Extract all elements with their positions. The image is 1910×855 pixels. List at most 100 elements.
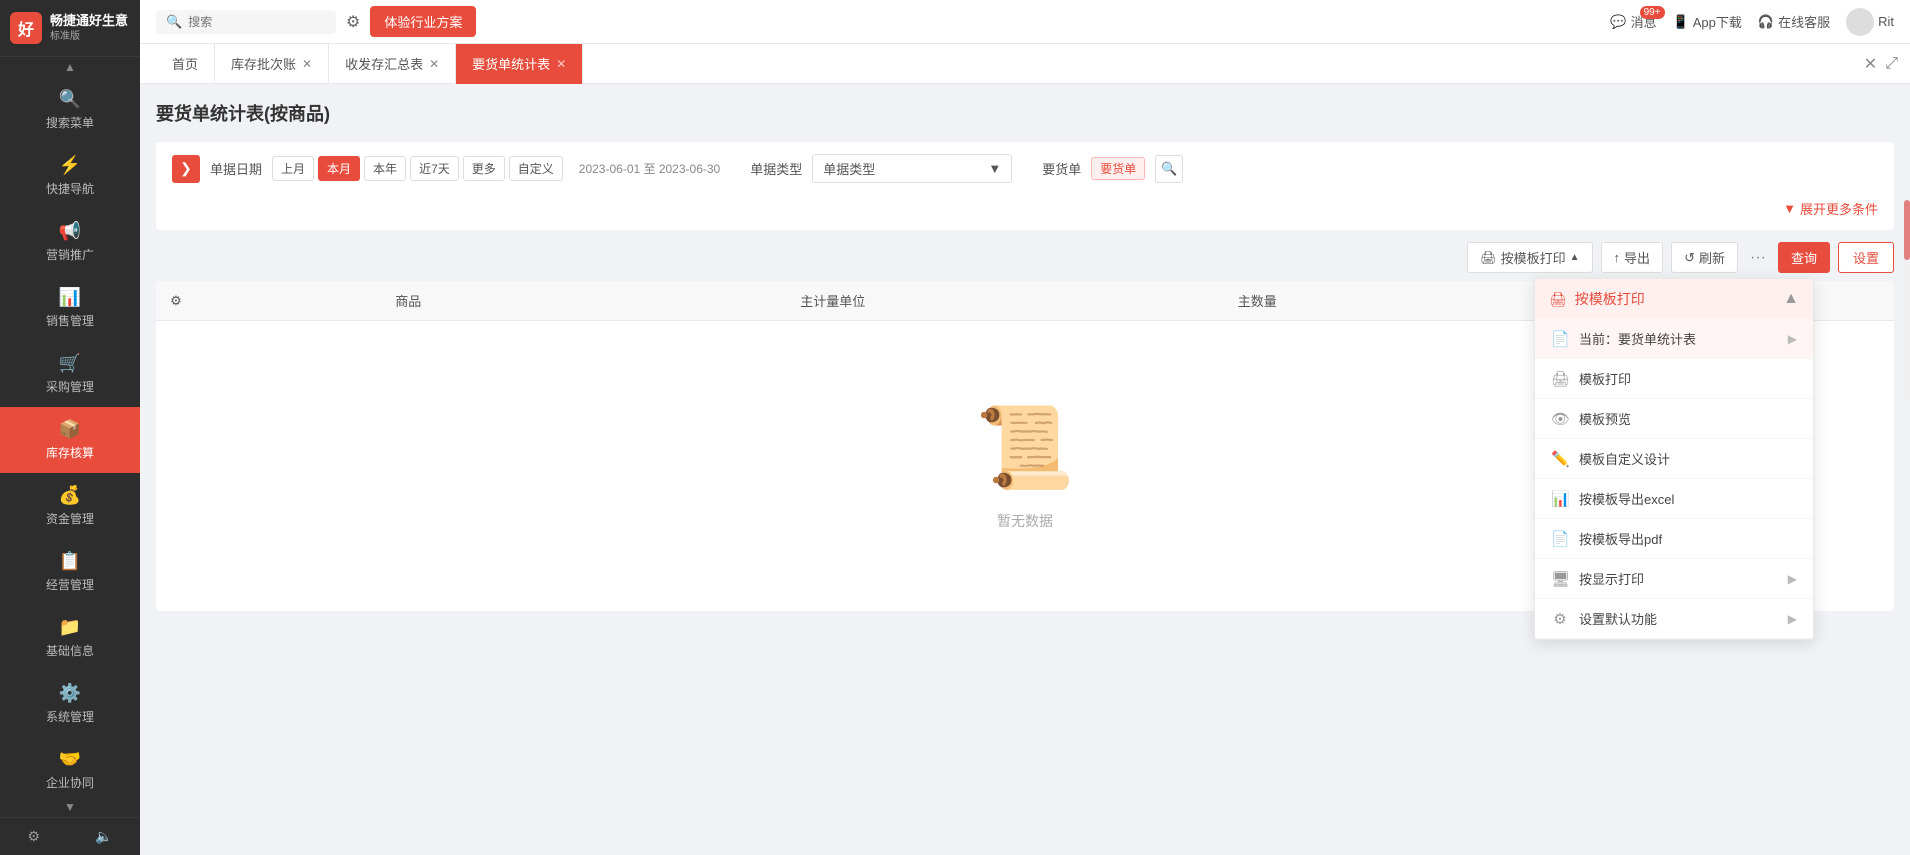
tab-order_stats[interactable]: 要货单统计表 ✕ [456, 44, 583, 84]
sidebar-item-operations[interactable]: 📋经营管理 [0, 539, 140, 605]
pd-item-current[interactable]: 📄当前：要货单统计表▶ [1535, 319, 1813, 359]
sidebar-item-finance[interactable]: 💰资金管理 [0, 473, 140, 539]
date-btn-this-month[interactable]: 本月 [318, 156, 360, 181]
avatar-image [1846, 8, 1874, 36]
pd-icon-default_func: ⚙ [1551, 610, 1569, 628]
user-avatar[interactable]: Rit [1846, 8, 1894, 36]
empty-icon: 📜 [975, 401, 1075, 495]
online-service-button[interactable]: 🎧 在线客服 [1758, 12, 1830, 31]
tabs-close-icon[interactable]: ✕ [1864, 54, 1877, 74]
logo-text: 畅捷通好生意 标准版 [50, 12, 128, 44]
sidebar-scroll-down[interactable]: ▼ [0, 797, 140, 817]
filter-search-icon-btn[interactable]: 🔍 [1155, 155, 1183, 183]
pd-item-template_design[interactable]: ✏️模板自定义设计 [1535, 439, 1813, 479]
date-btn-more[interactable]: 更多 [463, 156, 505, 181]
tab-close-batch[interactable]: ✕ [302, 57, 312, 71]
sidebar-item-collab[interactable]: 🤝企业协同 [0, 737, 140, 797]
purchase-icon: 🛒 [59, 353, 81, 374]
collab-icon: 🤝 [59, 749, 81, 770]
tabs-bar: 首页库存批次账✕ 收发存汇总表 ✕ 要货单统计表 ✕ ✕ ⤢ [140, 44, 1910, 84]
sidebar-item-label-finance: 资金管理 [46, 510, 94, 527]
tab-collection[interactable]: 收发存汇总表 ✕ [329, 44, 456, 84]
expand-icon: ▼ [1783, 201, 1796, 216]
chevron-down-icon: ▼ [988, 161, 1001, 176]
type-select[interactable]: 单据类型 ▼ [812, 154, 1012, 183]
date-range-text: 2023-06-01 至 2023-06-30 [579, 160, 720, 177]
print-btn[interactable]: 🖨 按模板打印 ▲ [1467, 242, 1592, 273]
tab-label-order_stats: 要货单统计表 [472, 54, 550, 73]
th-col-2: 主计量单位 [621, 291, 1046, 310]
gear-icon[interactable]: ⚙ [346, 12, 360, 32]
pd-item-export_excel[interactable]: 📊按模板导出excel [1535, 479, 1813, 519]
refresh-btn[interactable]: ↺ 刷新 [1671, 242, 1738, 273]
tab-batch[interactable]: 库存批次账✕ [215, 44, 329, 84]
date-btn-custom[interactable]: 自定义 [509, 156, 563, 181]
tab-label-collection: 收发存汇总表 [345, 54, 423, 73]
quicknav-icon: ⚡ [59, 155, 81, 176]
th-col-0: ⚙ [156, 293, 196, 309]
message-button[interactable]: 💬 消息 99+ [1610, 12, 1656, 31]
sidebar-settings-icon[interactable]: ⚙ [28, 828, 41, 845]
print-btn-label: 按模板打印 [1501, 248, 1566, 267]
sidebar-footer: ⚙ 🔈 [0, 817, 140, 855]
toolbar-more-btn[interactable]: ··· [1746, 245, 1770, 271]
scrollbar-thumb[interactable] [1904, 200, 1910, 260]
topbar-right: 💬 消息 99+ 📱 App下载 🎧 在线客服 Rit [1610, 8, 1894, 36]
pd-item-template_preview[interactable]: 👁模板预览 [1535, 399, 1813, 439]
query-btn[interactable]: 查询 [1778, 242, 1830, 273]
sidebar-item-basic[interactable]: 📁基础信息 [0, 605, 140, 671]
pd-icon-template_design: ✏️ [1551, 450, 1569, 468]
inventory-icon: 📦 [59, 419, 81, 440]
order-filter-tag[interactable]: 要货单 [1091, 157, 1145, 180]
sidebar-speaker-icon[interactable]: 🔈 [95, 828, 112, 845]
tab-home[interactable]: 首页 [156, 44, 215, 84]
system-icon: ⚙️ [59, 683, 81, 704]
print-dropdown-close-icon[interactable]: ▲ [1783, 290, 1799, 308]
trial-button[interactable]: 体验行业方案 [370, 6, 476, 37]
topbar-search-box[interactable]: 🔍 [156, 10, 336, 34]
username-label: Rit [1878, 14, 1894, 29]
sidebar-item-sales[interactable]: 📊销售管理 [0, 275, 140, 341]
logo-icon: 好 [10, 12, 42, 44]
export-btn[interactable]: ↑ 导出 [1601, 242, 1664, 273]
tab-close-collection[interactable]: ✕ [429, 57, 439, 71]
th-col-3: 主数量 [1045, 291, 1470, 310]
page-content: 要货单统计表(按商品) ❯ 单据日期 上月 本月 本年 近7天 更多 自定义 2… [140, 84, 1910, 855]
tab-close-order_stats[interactable]: ✕ [556, 57, 566, 71]
export-icon: ↑ [1614, 250, 1621, 265]
sidebar-item-system[interactable]: ⚙️系统管理 [0, 671, 140, 737]
sidebar-item-label-inventory: 库存核算 [46, 444, 94, 461]
filter-toggle-btn[interactable]: ❯ [172, 155, 200, 183]
pd-icon-display_print: 🖥 [1551, 570, 1569, 588]
sidebar-scroll-up[interactable]: ▲ [0, 57, 140, 77]
pd-item-display_print[interactable]: 🖥按显示打印▶ [1535, 559, 1813, 599]
filter-row: ❯ 单据日期 上月 本月 本年 近7天 更多 自定义 2023-06-01 至 … [172, 154, 1878, 183]
right-scrollbar[interactable] [1904, 200, 1910, 400]
expand-filter-btn[interactable]: ▼ 展开更多条件 [1783, 199, 1878, 218]
sidebar-item-purchase[interactable]: 🛒采购管理 [0, 341, 140, 407]
pd-label-template_print: 模板打印 [1579, 369, 1631, 388]
sidebar-item-label-basic: 基础信息 [46, 642, 94, 659]
pd-label-display_print: 按显示打印 [1579, 569, 1644, 588]
sidebar-item-quicknav[interactable]: ⚡快捷导航 [0, 143, 140, 209]
pd-label-current: 当前：要货单统计表 [1579, 329, 1696, 348]
pd-item-default_func[interactable]: ⚙设置默认功能▶ [1535, 599, 1813, 639]
toolbar: 🖨 按模板打印 ▲ ↑ 导出 ↺ 刷新 ··· 查询 设置 🖨 按模板打印 [156, 242, 1894, 273]
date-btn-this-year[interactable]: 本年 [364, 156, 406, 181]
sidebar-item-inventory[interactable]: 📦 库存核算 [0, 407, 140, 473]
date-btn-7days[interactable]: 近7天 [410, 156, 459, 181]
pd-item-template_print[interactable]: 🖨模板打印 [1535, 359, 1813, 399]
sidebar-item-label-search: 搜索菜单 [46, 114, 94, 131]
topbar-left: 🔍 ⚙ 体验行业方案 [156, 6, 476, 37]
headset-icon: 🎧 [1758, 14, 1774, 30]
sidebar-item-marketing[interactable]: 📢营销推广 [0, 209, 140, 275]
search-input[interactable] [188, 15, 308, 29]
search-icon: 🔍 [166, 14, 182, 30]
settings-btn[interactable]: 设置 [1838, 242, 1894, 273]
app-download-button[interactable]: 📱 App下载 [1673, 12, 1742, 31]
date-btn-last-month[interactable]: 上月 [272, 156, 314, 181]
tabs-expand-icon[interactable]: ⤢ [1885, 55, 1898, 73]
pd-item-export_pdf[interactable]: 📄按模板导出pdf [1535, 519, 1813, 559]
pd-label-template_preview: 模板预览 [1579, 409, 1631, 428]
sidebar-item-search[interactable]: 🔍搜索菜单 [0, 77, 140, 143]
